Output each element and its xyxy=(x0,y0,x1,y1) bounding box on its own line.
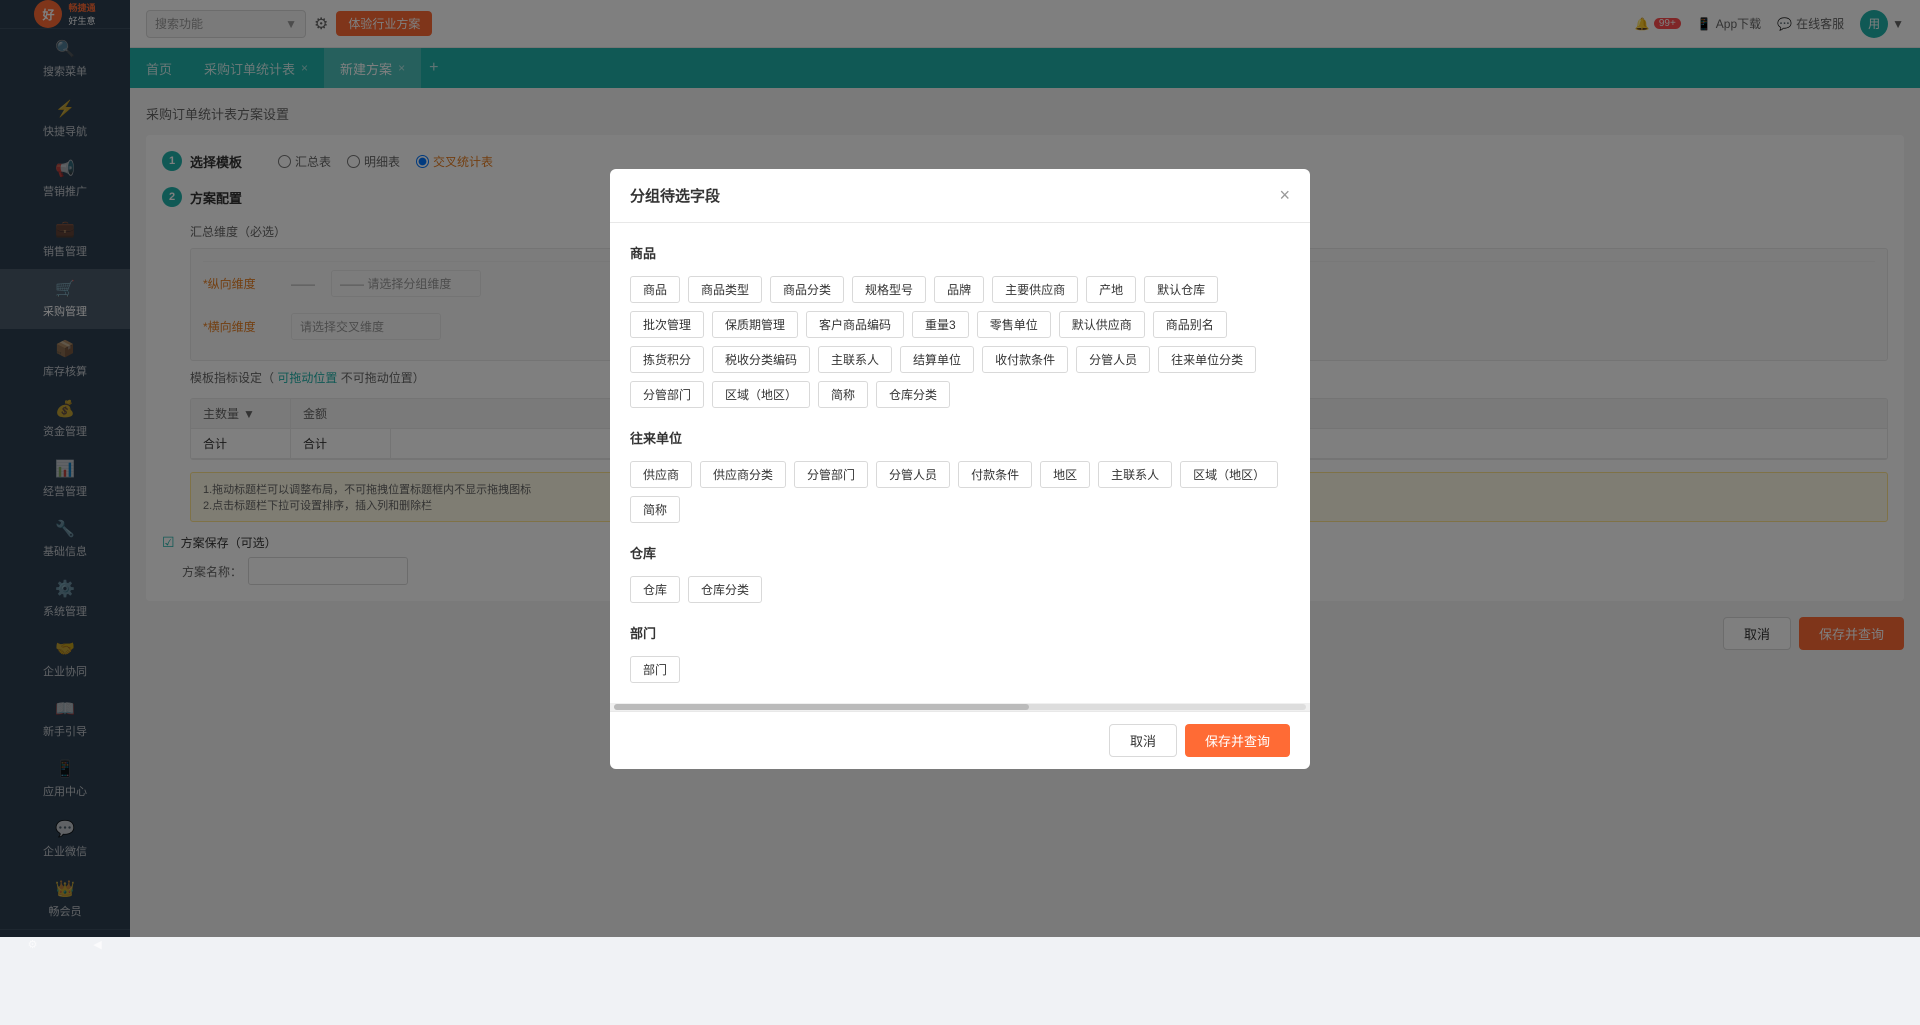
tag-supervisor2[interactable]: 分管人员 xyxy=(876,461,950,488)
section-warehouse-tags: 仓库 仓库分类 xyxy=(630,576,1290,603)
tag-default-warehouse[interactable]: 默认仓库 xyxy=(1144,276,1218,303)
tag-origin[interactable]: 产地 xyxy=(1086,276,1136,303)
tag-warehouse[interactable]: 仓库 xyxy=(630,576,680,603)
section-counterpart-title: 往来单位 xyxy=(630,424,1290,451)
modal-body: 商品 商品 商品类型 商品分类 规格型号 品牌 主要供应商 产地 默认仓库 批次… xyxy=(610,223,1310,703)
tag-tax-code[interactable]: 税收分类编码 xyxy=(712,346,810,373)
tag-supervisor[interactable]: 分管人员 xyxy=(1076,346,1150,373)
section-product: 商品 商品 商品类型 商品分类 规格型号 品牌 主要供应商 产地 默认仓库 批次… xyxy=(630,239,1290,408)
section-dept-tags: 部门 xyxy=(630,656,1290,683)
tag-warehouse-cat[interactable]: 仓库分类 xyxy=(688,576,762,603)
tag-pick-points[interactable]: 拣货积分 xyxy=(630,346,704,373)
tag-brand[interactable]: 品牌 xyxy=(934,276,984,303)
tag-customer-code[interactable]: 客户商品编码 xyxy=(806,311,904,338)
tag-region-product[interactable]: 区域（地区） xyxy=(712,381,810,408)
tag-default-supplier[interactable]: 默认供应商 xyxy=(1059,311,1145,338)
tag-weight[interactable]: 重量3 xyxy=(912,311,969,338)
section-counterpart: 往来单位 供应商 供应商分类 分管部门 分管人员 付款条件 地区 主联系人 区域… xyxy=(630,424,1290,523)
field-selection-modal: 分组待选字段 × 商品 商品 商品类型 商品分类 规格型号 品牌 主要供应商 产… xyxy=(610,169,1310,769)
tag-product-alias[interactable]: 商品别名 xyxy=(1153,311,1227,338)
hscroll-track xyxy=(614,704,1306,710)
tag-abbr2[interactable]: 简称 xyxy=(630,496,680,523)
tag-abbr[interactable]: 简称 xyxy=(818,381,868,408)
tag-batch-mgmt[interactable]: 批次管理 xyxy=(630,311,704,338)
modal-confirm-button[interactable]: 保存并查询 xyxy=(1185,724,1290,757)
modal-close-button[interactable]: × xyxy=(1279,185,1290,206)
tag-payment-cond[interactable]: 付款条件 xyxy=(958,461,1032,488)
tag-shelf-life[interactable]: 保质期管理 xyxy=(712,311,798,338)
modal-title: 分组待选字段 xyxy=(630,185,720,206)
modal-hscrollbar[interactable] xyxy=(610,703,1310,711)
section-warehouse: 仓库 仓库 仓库分类 xyxy=(630,539,1290,603)
tag-region-counter[interactable]: 地区 xyxy=(1040,461,1090,488)
tag-retail-unit[interactable]: 零售单位 xyxy=(977,311,1051,338)
modal-cancel-button[interactable]: 取消 xyxy=(1109,724,1177,757)
tag-product-type[interactable]: 商品类型 xyxy=(688,276,762,303)
tag-counterpart-category[interactable]: 往来单位分类 xyxy=(1158,346,1256,373)
modal-header: 分组待选字段 × xyxy=(610,169,1310,223)
tag-dept-mgmt2[interactable]: 分管部门 xyxy=(794,461,868,488)
tag-supplier-category[interactable]: 供应商分类 xyxy=(700,461,786,488)
tag-dept-mgmt[interactable]: 分管部门 xyxy=(630,381,704,408)
section-product-tags: 商品 商品类型 商品分类 规格型号 品牌 主要供应商 产地 默认仓库 批次管理 … xyxy=(630,276,1290,408)
tag-main-contact2[interactable]: 主联系人 xyxy=(1098,461,1172,488)
tag-main-contact[interactable]: 主联系人 xyxy=(818,346,892,373)
tag-main-supplier[interactable]: 主要供应商 xyxy=(992,276,1078,303)
tag-region-counter2[interactable]: 区域（地区） xyxy=(1180,461,1278,488)
section-dept: 部门 部门 xyxy=(630,619,1290,683)
hscroll-thumb xyxy=(614,704,1029,710)
tag-supplier[interactable]: 供应商 xyxy=(630,461,692,488)
section-product-title: 商品 xyxy=(630,239,1290,266)
tag-warehouse-category[interactable]: 仓库分类 xyxy=(876,381,950,408)
modal-backdrop[interactable]: 分组待选字段 × 商品 商品 商品类型 商品分类 规格型号 品牌 主要供应商 产… xyxy=(0,0,1920,937)
tag-product[interactable]: 商品 xyxy=(630,276,680,303)
tag-dept[interactable]: 部门 xyxy=(630,656,680,683)
section-warehouse-title: 仓库 xyxy=(630,539,1290,566)
tag-settlement-unit[interactable]: 结算单位 xyxy=(900,346,974,373)
tag-product-category[interactable]: 商品分类 xyxy=(770,276,844,303)
section-counterpart-tags: 供应商 供应商分类 分管部门 分管人员 付款条件 地区 主联系人 区域（地区） … xyxy=(630,461,1290,523)
section-dept-title: 部门 xyxy=(630,619,1290,646)
tag-spec-model[interactable]: 规格型号 xyxy=(852,276,926,303)
tag-payment-terms[interactable]: 收付款条件 xyxy=(982,346,1068,373)
modal-footer: 取消 保存并查询 xyxy=(610,711,1310,769)
